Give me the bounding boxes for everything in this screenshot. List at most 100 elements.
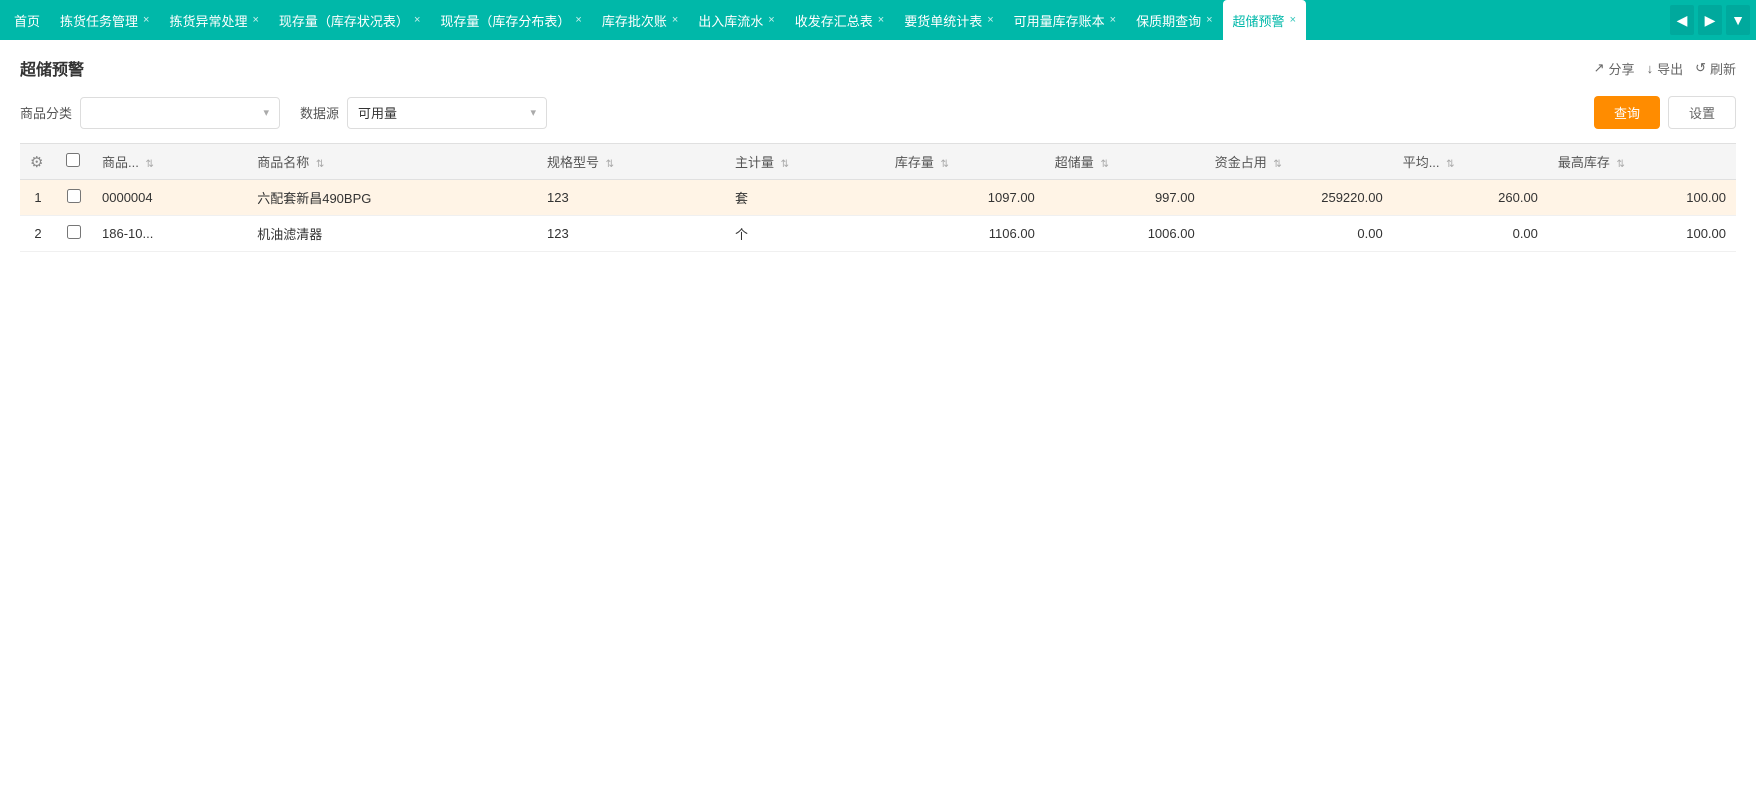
cell-product-code: 186-10... — [92, 216, 247, 252]
datasource-select[interactable]: 可用量 ▾ — [347, 97, 547, 129]
row-number: 2 — [20, 216, 56, 252]
nav-item------[interactable]: 库存批次账 × — [592, 0, 688, 40]
nav-item-------[interactable]: 收发存汇总表 × — [785, 0, 894, 40]
cell-product-name: 六配套新昌490BPG — [247, 180, 537, 216]
nav-prev-button[interactable]: ◀ — [1670, 5, 1694, 35]
sort-product-code-icon: ⇅ — [145, 159, 153, 170]
nav-item-----------[interactable]: 现存量（库存状况表） × — [269, 0, 430, 40]
th-product-name[interactable]: 商品名称 ⇅ — [247, 144, 537, 180]
cell-capital: 0.00 — [1205, 216, 1393, 252]
close-icon[interactable]: × — [575, 14, 581, 26]
cell-avg: 0.00 — [1393, 216, 1548, 252]
sort-product-name-icon: ⇅ — [316, 159, 324, 170]
settings-button[interactable]: 设置 — [1668, 96, 1736, 129]
nav-item-------[interactable]: 要货单统计表 × — [894, 0, 1003, 40]
select-all-checkbox[interactable] — [66, 153, 80, 167]
nav-next-button[interactable]: ▶ — [1698, 5, 1722, 35]
cell-over-stock: 997.00 — [1045, 180, 1205, 216]
close-icon[interactable]: × — [987, 14, 993, 26]
cell-spec: 123 — [537, 216, 725, 252]
cell-over-stock: 1006.00 — [1045, 216, 1205, 252]
nav-item-label: 首页 — [14, 11, 40, 30]
datasource-value: 可用量 — [358, 103, 397, 122]
category-filter-group: 商品分类 ▾ — [20, 97, 280, 129]
nav-item-----[interactable]: 超储预警× — [1223, 0, 1306, 40]
th-product-code[interactable]: 商品... ⇅ — [92, 144, 247, 180]
close-icon[interactable]: × — [1206, 14, 1212, 26]
category-select[interactable]: ▾ — [80, 97, 280, 129]
nav-item-label: 拣货异常处理 — [169, 11, 247, 30]
row-number: 1 — [20, 180, 56, 216]
query-button[interactable]: 查询 — [1594, 96, 1660, 129]
sort-over-stock-icon: ⇅ — [1100, 159, 1108, 170]
data-table: ⚙ 商品... ⇅ 商品名称 ⇅ 规格型号 ⇅ 主计量 — [20, 143, 1736, 252]
cell-unit: 个 — [725, 216, 885, 252]
settings-gear-icon[interactable]: ⚙ — [30, 154, 43, 171]
sort-spec-icon: ⇅ — [606, 159, 614, 170]
nav-item-label: 库存批次账 — [602, 11, 667, 30]
page-header: 超储预警 ↗ 分享 ↓ 导出 ↺ 刷新 — [20, 56, 1736, 80]
nav-arrows: ◀ ▶ ▼ — [1668, 5, 1752, 35]
table-header-row: ⚙ 商品... ⇅ 商品名称 ⇅ 规格型号 ⇅ 主计量 — [20, 144, 1736, 180]
share-icon: ↗ — [1594, 60, 1605, 76]
th-num — [56, 144, 92, 180]
close-icon[interactable]: × — [768, 14, 774, 26]
close-icon[interactable]: × — [143, 14, 149, 26]
nav-item-----------[interactable]: 现存量（库存分布表） × — [430, 0, 591, 40]
th-max-stock[interactable]: 最高库存 ⇅ — [1548, 144, 1736, 180]
nav-item-label: 可用量库存账本 — [1014, 11, 1105, 30]
nav-more-button[interactable]: ▼ — [1726, 5, 1750, 35]
table-row: 10000004六配套新昌490BPG123套1097.00997.002592… — [20, 180, 1736, 216]
nav-item-label: 现存量（库存状况表） — [279, 11, 409, 30]
close-icon[interactable]: × — [1110, 14, 1116, 26]
export-icon: ↓ — [1647, 61, 1654, 76]
refresh-button[interactable]: ↺ 刷新 — [1695, 59, 1736, 78]
category-label: 商品分类 — [20, 103, 72, 122]
nav-item-label: 收发存汇总表 — [795, 11, 873, 30]
cell-stock: 1106.00 — [885, 216, 1045, 252]
top-nav: 首页拣货任务管理×拣货异常处理×现存量（库存状况表）×现存量（库存分布表）×库存… — [0, 0, 1756, 40]
close-icon[interactable]: × — [672, 14, 678, 26]
sort-capital-icon: ⇅ — [1273, 159, 1281, 170]
th-stock[interactable]: 库存量 ⇅ — [885, 144, 1045, 180]
page-content: 超储预警 ↗ 分享 ↓ 导出 ↺ 刷新 商品分类 ▾ 数据源 — [0, 40, 1756, 268]
nav-item------[interactable]: 保质期查询 × — [1126, 0, 1222, 40]
th-capital[interactable]: 资金占用 ⇅ — [1205, 144, 1393, 180]
cell-stock: 1097.00 — [885, 180, 1045, 216]
close-icon[interactable]: × — [1290, 14, 1296, 26]
sort-max-stock-icon: ⇅ — [1617, 159, 1625, 170]
nav-item-label: 要货单统计表 — [904, 11, 982, 30]
share-button[interactable]: ↗ 分享 — [1594, 59, 1635, 78]
nav-item-label: 现存量（库存分布表） — [440, 11, 570, 30]
th-over-stock[interactable]: 超储量 ⇅ — [1045, 144, 1205, 180]
row-select-checkbox[interactable] — [67, 189, 81, 203]
nav-item-------[interactable]: 拣货任务管理 × — [50, 0, 159, 40]
page-title: 超储预警 — [20, 56, 84, 80]
table-row: 2186-10...机油滤清器123个1106.001006.000.000.0… — [20, 216, 1736, 252]
nav-item--------[interactable]: 可用量库存账本 × — [1004, 0, 1126, 40]
th-unit[interactable]: 主计量 ⇅ — [725, 144, 885, 180]
close-icon[interactable]: × — [414, 14, 420, 26]
nav-item-label: 拣货任务管理 — [60, 11, 138, 30]
row-checkbox-cell — [56, 216, 92, 252]
nav-item-label: 保质期查询 — [1136, 11, 1201, 30]
category-chevron-icon: ▾ — [263, 106, 269, 119]
export-label: 导出 — [1657, 59, 1683, 78]
nav-item-------[interactable]: 拣货异常处理 × — [159, 0, 268, 40]
sort-avg-icon: ⇅ — [1446, 159, 1454, 170]
sort-stock-icon: ⇅ — [941, 159, 949, 170]
th-avg[interactable]: 平均... ⇅ — [1393, 144, 1548, 180]
nav-item------[interactable]: 出入库流水× — [688, 0, 784, 40]
close-icon[interactable]: × — [252, 14, 258, 26]
export-button[interactable]: ↓ 导出 — [1647, 59, 1684, 78]
row-select-checkbox[interactable] — [67, 225, 81, 239]
th-spec[interactable]: 规格型号 ⇅ — [537, 144, 725, 180]
header-actions: ↗ 分享 ↓ 导出 ↺ 刷新 — [1594, 59, 1736, 78]
cell-spec: 123 — [537, 180, 725, 216]
cell-capital: 259220.00 — [1205, 180, 1393, 216]
share-label: 分享 — [1609, 59, 1635, 78]
close-icon[interactable]: × — [878, 14, 884, 26]
cell-product-code: 0000004 — [92, 180, 247, 216]
nav-item---[interactable]: 首页 — [4, 0, 50, 40]
th-gear: ⚙ — [20, 144, 56, 180]
